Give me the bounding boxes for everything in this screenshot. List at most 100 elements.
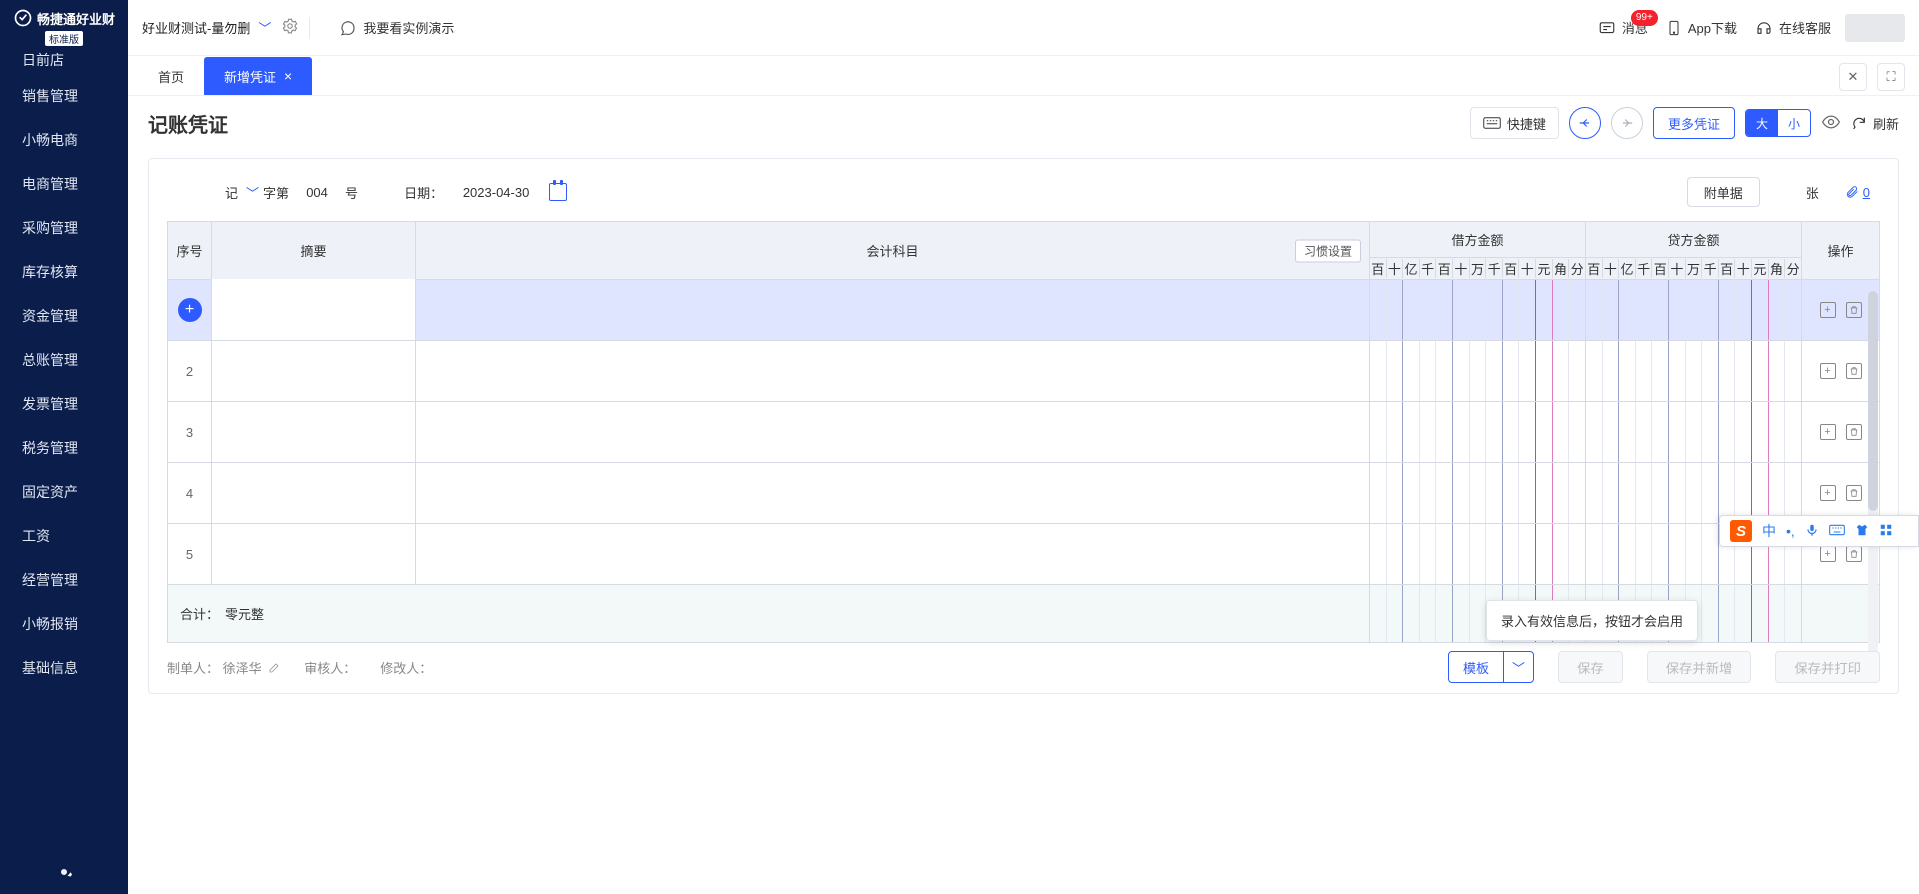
ime-grid-icon[interactable]: [1879, 523, 1893, 540]
close-icon[interactable]: ×: [284, 68, 292, 84]
chevron-down-icon[interactable]: ﹀: [1503, 652, 1533, 682]
account-cell[interactable]: [416, 402, 1370, 463]
support-button[interactable]: 在线客服: [1751, 18, 1835, 37]
ime-lang[interactable]: 中: [1762, 521, 1776, 541]
ime-mic-icon[interactable]: [1805, 523, 1819, 540]
scrollbar-thumb[interactable]: [1868, 291, 1878, 511]
size-large[interactable]: 大: [1746, 110, 1778, 136]
user-avatar[interactable]: [1845, 14, 1905, 42]
summary-cell[interactable]: [212, 402, 416, 463]
more-vouchers-button[interactable]: 更多凭证: [1653, 107, 1735, 139]
habit-settings-button[interactable]: 习惯设置: [1295, 239, 1361, 262]
ime-keyboard-icon[interactable]: [1829, 523, 1845, 540]
org-selector[interactable]: 好业财测试-量勿删 ﹀: [142, 18, 271, 37]
add-row-button[interactable]: +: [178, 298, 202, 322]
sidebar-item-gl[interactable]: 总账管理: [0, 338, 128, 382]
credit-cell[interactable]: [1586, 402, 1802, 463]
settings-gear[interactable]: [281, 17, 299, 38]
sidebar-item-masterdata[interactable]: 基础信息: [0, 646, 128, 690]
summary-input[interactable]: [212, 279, 415, 339]
total-label: 合计：: [180, 604, 219, 623]
prev-voucher-button[interactable]: [1569, 107, 1601, 139]
credit-cell[interactable]: [1586, 280, 1802, 341]
voucher-type[interactable]: 记: [225, 183, 238, 202]
row-index: 2: [168, 341, 212, 402]
table-row[interactable]: 2+: [168, 341, 1880, 402]
account-cell[interactable]: [416, 463, 1370, 524]
sidebar-item-ecom[interactable]: 电商管理: [0, 162, 128, 206]
debit-cell[interactable]: [1370, 280, 1586, 341]
copy-row-icon[interactable]: +: [1820, 302, 1836, 318]
debit-cell[interactable]: [1370, 524, 1586, 585]
table-row[interactable]: ++: [168, 280, 1880, 341]
brand-edition: 标准版: [45, 31, 83, 46]
attach-doc-button[interactable]: 附单据: [1687, 177, 1760, 207]
sidebar-settings[interactable]: [0, 850, 128, 894]
messages-button[interactable]: 消息 99+: [1594, 18, 1652, 37]
fullscreen-button[interactable]: ⛶: [1877, 63, 1905, 91]
ime-punct-icon[interactable]: •,: [1786, 523, 1795, 539]
table-scrollbar[interactable]: [1868, 291, 1878, 661]
voucher-date-input[interactable]: [451, 185, 541, 200]
app-download-button[interactable]: App下载: [1662, 18, 1741, 37]
size-small[interactable]: 小: [1778, 110, 1810, 136]
sidebar-item-cash[interactable]: 资金管理: [0, 294, 128, 338]
copy-row-icon[interactable]: +: [1820, 546, 1836, 562]
copy-row-icon[interactable]: +: [1820, 363, 1836, 379]
debit-cell[interactable]: [1370, 402, 1586, 463]
page-header: 记账凭证 快捷键 更多凭证 大 小 刷新: [128, 96, 1919, 150]
voucher-number-input[interactable]: [297, 185, 337, 200]
summary-cell[interactable]: [212, 463, 416, 524]
sidebar-item-invoice[interactable]: 发票管理: [0, 382, 128, 426]
table-row[interactable]: 5+: [168, 524, 1880, 585]
voucher-word-label: 字第: [263, 183, 289, 202]
sidebar-item-xc-ecom[interactable]: 小畅电商: [0, 118, 128, 162]
sidebar-item-biz[interactable]: 经营管理: [0, 558, 128, 602]
ime-shirt-icon[interactable]: [1855, 523, 1869, 540]
debit-cell[interactable]: [1370, 341, 1586, 402]
sidebar-item-sales[interactable]: 销售管理: [0, 74, 128, 118]
sidebar-item-payroll[interactable]: 工资: [0, 514, 128, 558]
account-cell[interactable]: [416, 280, 1370, 341]
refresh-button[interactable]: 刷新: [1851, 114, 1899, 133]
credit-cell[interactable]: [1586, 341, 1802, 402]
tab-close-button[interactable]: ✕: [1839, 63, 1867, 91]
account-cell[interactable]: [416, 524, 1370, 585]
table-row[interactable]: 4+: [168, 463, 1880, 524]
template-button[interactable]: 模板 ﹀: [1448, 651, 1534, 683]
tab-home[interactable]: 首页: [138, 57, 204, 95]
demo-link[interactable]: 我要看实例演示: [339, 18, 454, 37]
sidebar-item-inventory[interactable]: 库存核算: [0, 250, 128, 294]
auditor-label: 审核人：: [304, 658, 356, 677]
summary-cell[interactable]: [212, 280, 416, 341]
sidebar-item-tax[interactable]: 税务管理: [0, 426, 128, 470]
delete-row-icon[interactable]: [1846, 302, 1862, 318]
size-toggle: 大 小: [1745, 109, 1811, 137]
copy-row-icon[interactable]: +: [1820, 485, 1836, 501]
table-row[interactable]: 3+: [168, 402, 1880, 463]
arrow-left-icon: [1578, 116, 1592, 130]
voucher-type-dropdown[interactable]: ﹀字第: [246, 183, 289, 202]
debit-cell[interactable]: [1370, 463, 1586, 524]
summary-cell[interactable]: [212, 341, 416, 402]
delete-row-icon[interactable]: [1846, 424, 1862, 440]
edit-icon[interactable]: [268, 662, 280, 674]
shortcuts-button[interactable]: 快捷键: [1470, 107, 1559, 139]
next-voucher-button[interactable]: [1611, 107, 1643, 139]
visibility-toggle[interactable]: [1821, 112, 1841, 135]
sidebar-item-asset[interactable]: 固定资产: [0, 470, 128, 514]
calendar-icon[interactable]: [549, 183, 567, 201]
delete-row-icon[interactable]: [1846, 546, 1862, 562]
summary-cell[interactable]: [212, 524, 416, 585]
ime-toolbar[interactable]: S 中 •,: [1719, 515, 1919, 547]
sidebar-item-purchase[interactable]: 采购管理: [0, 206, 128, 250]
account-cell[interactable]: [416, 341, 1370, 402]
delete-row-icon[interactable]: [1846, 485, 1862, 501]
tab-new-voucher[interactable]: 新增凭证 ×: [204, 57, 312, 95]
sidebar-item-expense[interactable]: 小畅报销: [0, 602, 128, 646]
delete-row-icon[interactable]: [1846, 363, 1862, 379]
copy-row-icon[interactable]: +: [1820, 424, 1836, 440]
row-index: +: [168, 280, 212, 341]
attachment-link[interactable]: 0: [1845, 185, 1870, 200]
sidebar-item-truncated[interactable]: 日前店: [0, 50, 128, 74]
